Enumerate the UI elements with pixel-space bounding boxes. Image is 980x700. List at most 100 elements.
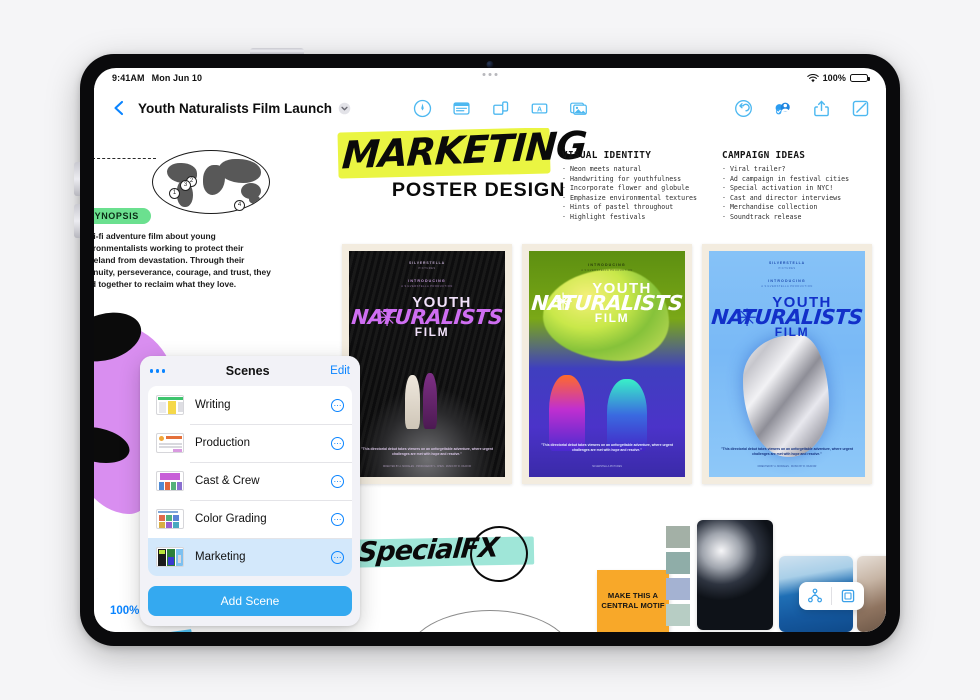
scene-label: Production: [195, 437, 250, 449]
poster-studio-sub: PICTURES: [418, 267, 436, 270]
media-icon[interactable]: [569, 99, 588, 118]
shapes-icon[interactable]: [491, 99, 510, 118]
map-pin[interactable]: 3: [180, 180, 191, 191]
note-column-campaign-ideas[interactable]: CAMPAIGN IDEAS Viral trailer? Ad campaig…: [722, 150, 886, 223]
color-swatch-column[interactable]: [666, 526, 690, 630]
undo-icon[interactable]: [734, 99, 753, 118]
status-bar: 9:41AM Mon Jun 10 100%: [94, 68, 886, 88]
note-item: Highlight festivals: [562, 213, 732, 223]
scene-thumbnail: [156, 395, 184, 415]
remove-circle-icon[interactable]: ⋯: [331, 512, 344, 526]
poster-intro: INTRODUCING: [408, 279, 446, 283]
remove-circle-icon[interactable]: ⋯: [331, 436, 344, 450]
note-item: Ad campaign in festival cities: [722, 175, 886, 185]
poster-design-subhead: POSTER DESIGN: [391, 180, 566, 201]
poster-credits: DIRECTED BY A. MORALES · MUSIC BY R. OKA…: [757, 464, 817, 468]
remove-circle-icon[interactable]: ⋯: [331, 474, 344, 488]
page-title: Youth Naturalists Film Launch: [138, 100, 333, 116]
reference-photo[interactable]: [697, 520, 773, 630]
volume-down-button[interactable]: [74, 204, 80, 238]
zoom-level-button[interactable]: 100%: [110, 605, 139, 617]
more-dots-icon[interactable]: [150, 369, 166, 373]
edit-button[interactable]: Edit: [330, 365, 350, 377]
map-pin[interactable]: 1: [169, 188, 180, 199]
share-icon[interactable]: [812, 99, 831, 118]
svg-text:A: A: [537, 106, 542, 113]
color-swatch[interactable]: [666, 578, 690, 600]
scene-row-production[interactable]: Production ⋯: [148, 424, 352, 462]
power-button[interactable]: [250, 48, 304, 54]
poster-credits: SILVERSTELLA PICTURES: [592, 464, 622, 468]
special-fx-group[interactable]: SpecialFX: [357, 522, 548, 588]
poster-quote: "This directorial debut takes viewers on…: [721, 447, 853, 456]
scene-row-marketing[interactable]: Marketing ⋯: [148, 538, 352, 576]
note-item: Hints of pastel throughout: [562, 203, 732, 213]
sticky-note-text: MAKE THIS A CENTRAL MOTIF: [601, 590, 665, 611]
wifi-icon: [806, 73, 819, 82]
marketing-title-group[interactable]: MARKETING POSTER DESIGN: [332, 128, 587, 202]
status-bar-right: 100%: [806, 73, 870, 83]
scenes-panel-title: Scenes: [225, 364, 270, 378]
frame-square-icon[interactable]: [832, 582, 864, 610]
volume-up-button[interactable]: [74, 162, 80, 196]
poster-intro-sub: A SILVERSTELLA PRODUCTION: [401, 285, 453, 288]
text-box-icon[interactable]: A: [530, 99, 549, 118]
poster-figure: [423, 373, 437, 429]
note-item: Soundtrack release: [722, 213, 886, 223]
color-swatch[interactable]: [666, 604, 690, 626]
note-heading: CAMPAIGN IDEAS: [722, 150, 806, 161]
status-bar-left: 9:41AM Mon Jun 10: [112, 73, 202, 83]
poster-intro-sub: A SILVERSTELLA PRODUCTION: [581, 269, 633, 272]
poster-quote: "This directorial debut takes viewers on…: [541, 443, 673, 452]
status-time: 9:41AM: [112, 73, 145, 83]
poster-card[interactable]: SILVERSTELLA PICTURES INTRODUCING A SILV…: [342, 244, 512, 484]
document-canvas[interactable]: 1 2 3 4 SYNOPSIS A sci-fi adventure film…: [94, 128, 886, 632]
scene-row-cast-and-crew[interactable]: Cast & Crew ⋯: [148, 462, 352, 500]
remove-circle-icon[interactable]: ⋯: [331, 398, 344, 412]
scenes-popover: Scenes Edit Writing ⋯ Production ⋯ Cast …: [140, 356, 360, 626]
scene-thumbnail: [156, 509, 184, 529]
battery-full-icon: [850, 73, 870, 83]
note-column-visual-identity[interactable]: VISUAL IDENTITY Neon meets natural Handw…: [562, 150, 732, 223]
sticky-note-icon[interactable]: [452, 99, 471, 118]
note-item: Handwriting for youthfulness: [562, 175, 732, 185]
poster-card[interactable]: INTRODUCING A SILVERSTELLA PRODUCTION ✳ …: [522, 244, 692, 484]
scene-row-writing[interactable]: Writing ⋯: [148, 386, 352, 424]
scene-row-color-grading[interactable]: Color Grading ⋯: [148, 500, 352, 538]
synopsis-badge: SYNOPSIS: [94, 208, 151, 224]
add-scene-button[interactable]: Add Scene: [148, 586, 352, 616]
navigation-bar: Youth Naturalists Film Launch A: [94, 88, 886, 128]
scene-label: Cast & Crew: [195, 475, 260, 487]
connector-line: [94, 158, 156, 159]
poster-intro-sub: A SILVERSTELLA PRODUCTION: [761, 285, 813, 288]
chevron-down-icon[interactable]: [338, 102, 351, 115]
front-camera: [486, 61, 494, 68]
scene-label: Writing: [195, 399, 231, 411]
color-swatch[interactable]: [666, 552, 690, 574]
remove-circle-icon[interactable]: ⋯: [331, 550, 344, 564]
compose-icon[interactable]: [851, 99, 870, 118]
poster-credits: DIRECTED BY A. MORALES · PRODUCED BY L. …: [382, 464, 472, 468]
poster-intro: INTRODUCING: [768, 279, 806, 283]
scenes-panel-header: Scenes Edit: [140, 356, 360, 386]
window-drag-handle[interactable]: [482, 73, 498, 76]
poster-figure: [405, 375, 420, 429]
scene-thumbnail: [156, 547, 184, 567]
center-toolbar: A: [413, 99, 588, 118]
hierarchy-icon[interactable]: [799, 582, 831, 610]
right-toolbar: [734, 99, 870, 118]
poster-figure: [607, 379, 647, 451]
scene-thumbnail: [156, 471, 184, 491]
bottom-right-toolbar: [799, 582, 864, 610]
poster-studio: SILVERSTELLA: [769, 261, 805, 265]
collaborate-icon[interactable]: [773, 99, 792, 118]
sticky-note-card[interactable]: MAKE THIS A CENTRAL MOTIF: [597, 570, 669, 632]
ipad-screen: 9:41AM Mon Jun 10 100% Youth Naturalists…: [94, 68, 886, 632]
color-swatch[interactable]: [666, 526, 690, 548]
poster-card[interactable]: SILVERSTELLA PICTURES INTRODUCING A SILV…: [702, 244, 872, 484]
note-item: Special activation in NYC!: [722, 184, 886, 194]
markup-pen-icon[interactable]: [413, 99, 432, 118]
note-item: Neon meets natural: [562, 165, 732, 175]
back-chevron-icon[interactable]: [110, 99, 128, 117]
synopsis-block[interactable]: SYNOPSIS A sci-fi adventure film about y…: [94, 206, 281, 290]
